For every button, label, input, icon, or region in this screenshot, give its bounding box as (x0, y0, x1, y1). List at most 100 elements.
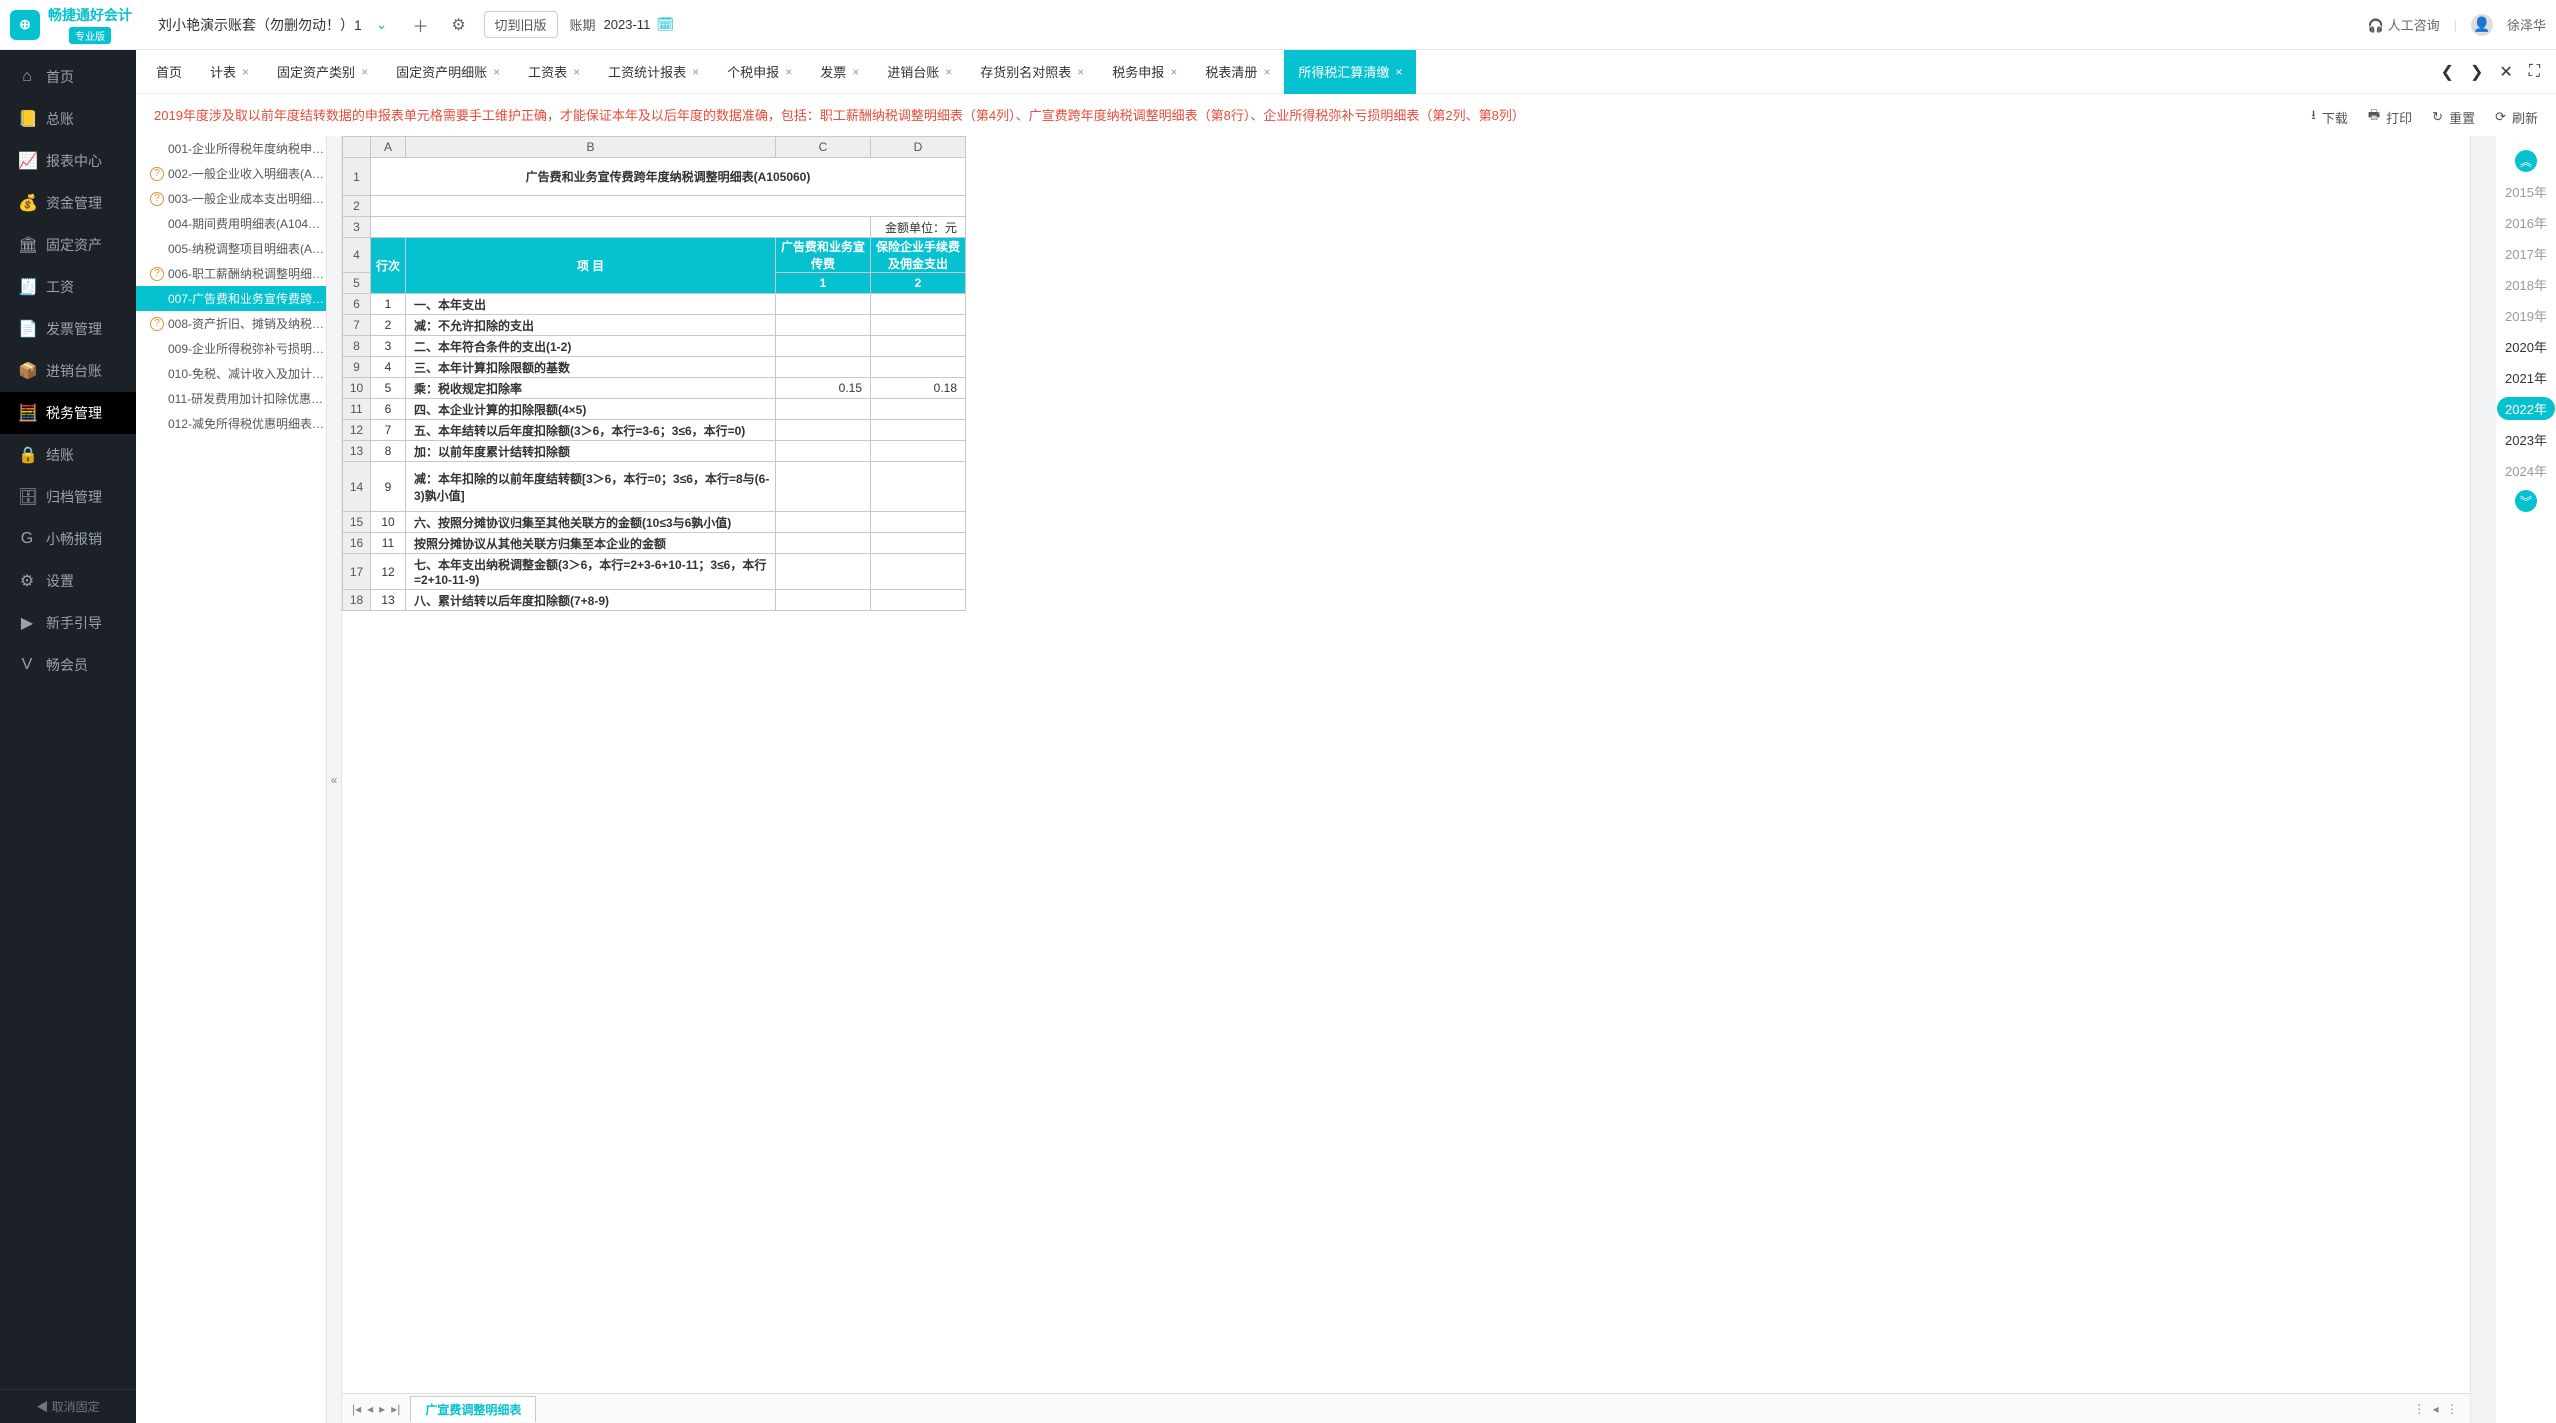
sidebar-item-8[interactable]: 🧮税务管理 (0, 392, 136, 434)
cell-d[interactable] (871, 512, 966, 533)
year-2018年[interactable]: 2018年 (2505, 273, 2547, 296)
avatar-icon[interactable]: 👤 (2471, 14, 2493, 36)
sidebar-item-1[interactable]: 📒总账 (0, 98, 136, 140)
sidebar-item-12[interactable]: ⚙设置 (0, 560, 136, 602)
tree-item-2[interactable]: ?003-一般企业成本支出明细… (136, 186, 326, 211)
tab-0[interactable]: 首页 (142, 50, 196, 94)
tree-item-1[interactable]: ?002-一般企业收入明细表(A1… (136, 161, 326, 186)
help-icon[interactable]: ? (150, 317, 164, 331)
sidebar-item-9[interactable]: 🔒结账 (0, 434, 136, 476)
sheet-prev-icon[interactable]: ◂ (367, 1402, 373, 1416)
period-value[interactable]: 2023-11 (604, 17, 651, 32)
tab-6[interactable]: 个税申报 × (713, 50, 806, 94)
tab-close-x[interactable]: × (493, 65, 500, 79)
year-2021年[interactable]: 2021年 (2505, 366, 2547, 389)
tab-8[interactable]: 进销台账 × (873, 50, 966, 94)
tab-close-x[interactable]: × (242, 65, 249, 79)
tree-item-3[interactable]: 004-期间费用明细表(A1040… (136, 211, 326, 236)
tab-close-x[interactable]: × (1170, 65, 1177, 79)
switch-old-button[interactable]: 切到旧版 (484, 11, 558, 38)
ledger-dropdown-icon[interactable]: ⌄ (376, 16, 388, 33)
tab-5[interactable]: 工资统计报表 × (594, 50, 713, 94)
cell-d[interactable] (871, 533, 966, 554)
cell-d[interactable] (871, 590, 966, 611)
cell-c[interactable] (776, 315, 871, 336)
sidebar-item-11[interactable]: G小畅报销 (0, 518, 136, 560)
cell-c[interactable] (776, 462, 871, 512)
year-down-icon[interactable]: ︾ (2515, 490, 2537, 512)
tree-item-6[interactable]: 007-广告费和业务宣传费跨… (136, 286, 326, 311)
tab-9[interactable]: 存货别名对照表 × (966, 50, 1098, 94)
cell-c[interactable] (776, 420, 871, 441)
cell-d[interactable] (871, 420, 966, 441)
tab-7[interactable]: 发票 × (806, 50, 873, 94)
tree-item-0[interactable]: 001-企业所得税年度纳税申… (136, 136, 326, 161)
sheet-more-icon[interactable]: ⋮ ◂ ⋮ (2413, 1402, 2460, 1416)
reset-button[interactable]: ↻ 重置 (2432, 108, 2475, 127)
tab-close-icon[interactable]: ✕ (2499, 62, 2512, 82)
tab-close-x[interactable]: × (785, 65, 792, 79)
sidebar-item-7[interactable]: 📦进销台账 (0, 350, 136, 392)
sheet-next-icon[interactable]: ▸ (379, 1402, 385, 1416)
col-D[interactable]: D (871, 137, 966, 158)
cell-d[interactable] (871, 357, 966, 378)
tab-close-x[interactable]: × (692, 65, 699, 79)
ledger-name[interactable]: 刘小艳演示账套（勿删勿动！）1 (158, 15, 362, 35)
cell-d[interactable] (871, 399, 966, 420)
tree-item-5[interactable]: ?006-职工薪酬纳税调整明细… (136, 261, 326, 286)
tree-item-7[interactable]: ?008-资产折旧、摊销及纳税… (136, 311, 326, 336)
tree-item-9[interactable]: 010-免税、减计收入及加计… (136, 361, 326, 386)
logo[interactable]: ⊕ 畅捷通好会计 专业版 (10, 5, 146, 44)
fullscreen-icon[interactable]: ⛶ (2529, 63, 2540, 81)
tab-4[interactable]: 工资表 × (514, 50, 594, 94)
tree-item-8[interactable]: 009-企业所得税弥补亏损明… (136, 336, 326, 361)
cell-d[interactable] (871, 336, 966, 357)
cell-c[interactable] (776, 336, 871, 357)
refresh-button[interactable]: ⟳ 刷新 (2495, 108, 2538, 127)
cell-c[interactable]: 0.15 (776, 378, 871, 399)
col-B[interactable]: B (406, 137, 776, 158)
tab-close-x[interactable]: × (852, 65, 859, 79)
tab-11[interactable]: 税表清册 × (1191, 50, 1284, 94)
cell-c[interactable] (776, 554, 871, 590)
cell-c[interactable] (776, 294, 871, 315)
col-C[interactable]: C (776, 137, 871, 158)
sidebar-item-5[interactable]: 🧾工资 (0, 266, 136, 308)
cell-c[interactable] (776, 357, 871, 378)
year-2022年[interactable]: 2022年 (2497, 397, 2555, 420)
cell-d[interactable] (871, 462, 966, 512)
cell-c[interactable] (776, 441, 871, 462)
sheet-first-icon[interactable]: |◂ (352, 1402, 361, 1416)
year-2023年[interactable]: 2023年 (2505, 428, 2547, 451)
tab-close-x[interactable]: × (1395, 65, 1402, 79)
year-2016年[interactable]: 2016年 (2505, 211, 2547, 234)
tree-collapser[interactable]: « (326, 136, 342, 1423)
cell-c[interactable] (776, 533, 871, 554)
tab-close-x[interactable]: × (1077, 65, 1084, 79)
sidebar-item-10[interactable]: 🗄归档管理 (0, 476, 136, 518)
cell-d[interactable]: 0.18 (871, 378, 966, 399)
cell-c[interactable] (776, 512, 871, 533)
user-name[interactable]: 徐泽华 (2507, 15, 2546, 34)
settings-icon[interactable]: ⚙ (446, 12, 472, 38)
tree-item-11[interactable]: 012-减免所得税优惠明细表(… (136, 411, 326, 436)
tree-item-10[interactable]: 011-研发费用加计扣除优惠… (136, 386, 326, 411)
sidebar-item-6[interactable]: 📄发票管理 (0, 308, 136, 350)
sidebar-item-2[interactable]: 📈报表中心 (0, 140, 136, 182)
help-icon[interactable]: ? (150, 167, 164, 181)
cell-d[interactable] (871, 441, 966, 462)
year-2024年[interactable]: 2024年 (2505, 459, 2547, 482)
cell-d[interactable] (871, 294, 966, 315)
year-2019年[interactable]: 2019年 (2505, 304, 2547, 327)
print-button[interactable]: 🖶 打印 (2368, 106, 2412, 128)
cell-d[interactable] (871, 554, 966, 590)
year-2020年[interactable]: 2020年 (2505, 335, 2547, 358)
cell-d[interactable] (871, 315, 966, 336)
tab-close-x[interactable]: × (945, 65, 952, 79)
sidebar-item-3[interactable]: 💰资金管理 (0, 182, 136, 224)
tab-12[interactable]: 所得税汇算清缴 × (1284, 50, 1416, 94)
tab-1[interactable]: 计表 × (196, 50, 263, 94)
tab-scroll-left-icon[interactable]: ❮ (2441, 62, 2454, 82)
year-up-icon[interactable]: ︽ (2515, 150, 2537, 172)
sidebar-item-4[interactable]: 🏛固定资产 (0, 224, 136, 266)
